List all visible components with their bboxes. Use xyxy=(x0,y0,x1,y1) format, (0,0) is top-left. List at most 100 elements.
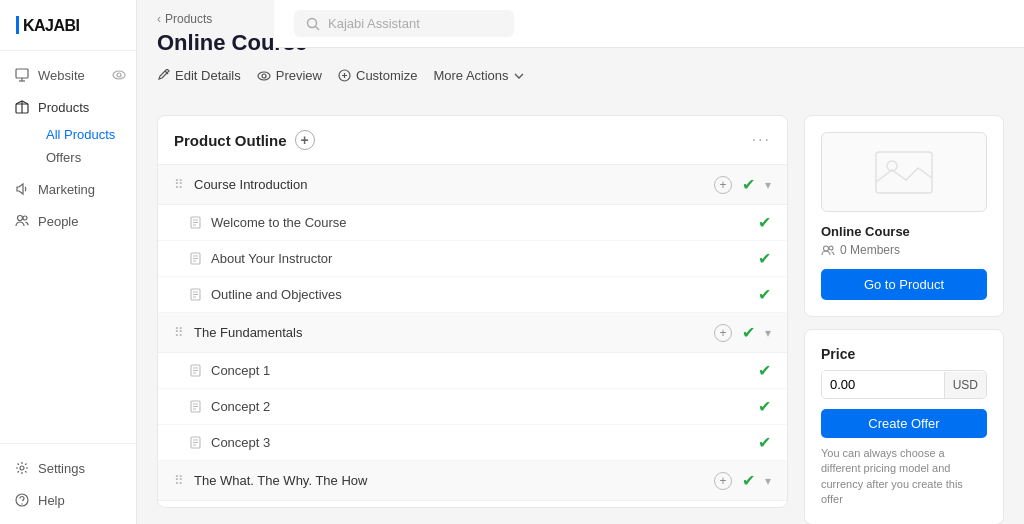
svg-point-51 xyxy=(829,246,833,250)
lesson-check-icon: ✔ xyxy=(758,213,771,232)
lesson-check-icon: ✔ xyxy=(758,397,771,416)
thumbnail-image-icon xyxy=(874,150,934,195)
sidebar-item-label-marketing: Marketing xyxy=(38,182,95,197)
outline-title: Product Outline + xyxy=(174,130,315,150)
svg-rect-2 xyxy=(16,69,28,78)
megaphone-icon xyxy=(14,181,30,197)
add-lesson-button[interactable]: + xyxy=(714,324,732,342)
sidebar-item-offers[interactable]: Offers xyxy=(38,146,136,169)
section-fundamentals: ⠿ The Fundamentals + ✔ ▾ xyxy=(158,313,787,353)
logo-text: KAJABI xyxy=(16,14,120,36)
search-placeholder: Kajabi Assistant xyxy=(328,16,420,31)
sidebar-item-products[interactable]: Products xyxy=(0,91,136,123)
section-chevron-icon[interactable]: ▾ xyxy=(765,326,771,340)
lesson-check-icon: ✔ xyxy=(758,433,771,452)
svg-rect-0 xyxy=(16,16,19,34)
lesson-concept1: Concept 1 ✔ xyxy=(158,353,787,389)
create-offer-button[interactable]: Create Offer xyxy=(821,409,987,438)
help-icon xyxy=(14,492,30,508)
section-chevron-icon[interactable]: ▾ xyxy=(765,474,771,488)
sidebar-item-people[interactable]: People xyxy=(0,205,136,237)
sidebar-navigation: Website Products All Products Offers Mar… xyxy=(0,51,136,443)
lesson-check-icon: ✔ xyxy=(758,249,771,268)
outline-panel: Product Outline + ··· ⠿ Course Introduct… xyxy=(157,115,788,508)
outline-more-button[interactable]: ··· xyxy=(752,131,771,149)
products-subnav: All Products Offers xyxy=(0,123,136,173)
svg-point-10 xyxy=(23,216,27,220)
members-icon xyxy=(821,245,835,256)
sidebar: KAJABI Website Products All Products Off… xyxy=(0,0,137,524)
settings-icon xyxy=(14,460,30,476)
section-name: Course Introduction xyxy=(194,177,704,192)
sidebar-item-label-help: Help xyxy=(38,493,65,508)
drag-handle-icon: ⠿ xyxy=(174,177,184,192)
svg-point-9 xyxy=(18,216,23,221)
product-name: Online Course xyxy=(821,224,987,239)
section-check-icon: ✔ xyxy=(742,175,755,194)
sidebar-item-help[interactable]: Help xyxy=(0,484,136,516)
svg-point-6 xyxy=(117,73,121,77)
drag-handle-icon: ⠿ xyxy=(174,473,184,488)
edit-details-button[interactable]: Edit Details xyxy=(157,64,241,87)
svg-point-5 xyxy=(113,71,125,79)
sidebar-item-label-people: People xyxy=(38,214,78,229)
members-row: 0 Members xyxy=(821,243,987,257)
lesson-instructor: About Your Instructor ✔ xyxy=(158,241,787,277)
lesson-concept3: Concept 3 ✔ xyxy=(158,425,787,461)
lesson-what: The What ✔ xyxy=(158,501,787,508)
edit-details-label: Edit Details xyxy=(175,68,241,83)
go-to-product-button[interactable]: Go to Product xyxy=(821,269,987,300)
section-check-icon: ✔ xyxy=(742,471,755,490)
svg-point-18 xyxy=(262,74,266,78)
document-icon xyxy=(190,400,201,413)
price-input[interactable] xyxy=(822,371,944,398)
search-bar[interactable]: Kajabi Assistant xyxy=(294,10,514,37)
preview-button[interactable]: Preview xyxy=(257,64,322,87)
sidebar-item-marketing[interactable]: Marketing xyxy=(0,173,136,205)
svg-point-11 xyxy=(20,466,24,470)
svg-point-13 xyxy=(21,503,22,504)
sidebar-item-website[interactable]: Website xyxy=(0,59,136,91)
price-card: Price USD Create Offer You can always ch… xyxy=(804,329,1004,524)
customize-icon xyxy=(338,69,351,82)
document-icon xyxy=(190,288,201,301)
people-icon xyxy=(14,213,30,229)
document-icon xyxy=(190,216,201,229)
svg-point-14 xyxy=(308,18,317,27)
lesson-check-icon: ✔ xyxy=(758,361,771,380)
lesson-name: Concept 3 xyxy=(211,435,748,450)
svg-point-17 xyxy=(258,72,270,80)
kajabi-logo: KAJABI xyxy=(16,14,86,36)
add-section-button[interactable]: + xyxy=(295,130,315,150)
add-lesson-button[interactable]: + xyxy=(714,176,732,194)
section-what-why-how: ⠿ The What. The Why. The How + ✔ ▾ xyxy=(158,461,787,501)
members-count: 0 Members xyxy=(840,243,900,257)
section-check-icon: ✔ xyxy=(742,323,755,342)
lesson-concept2: Concept 2 ✔ xyxy=(158,389,787,425)
section-course-intro: ⠿ Course Introduction + ✔ ▾ xyxy=(158,165,787,205)
eye-icon xyxy=(112,68,126,82)
product-info-card: Online Course 0 Members Go to Product xyxy=(804,115,1004,317)
section-name: The What. The Why. The How xyxy=(194,473,704,488)
more-actions-label: More Actions xyxy=(433,68,508,83)
add-lesson-button[interactable]: + xyxy=(714,472,732,490)
outline-header: Product Outline + ··· xyxy=(158,116,787,165)
content-area: Product Outline + ··· ⠿ Course Introduct… xyxy=(137,99,1024,524)
breadcrumb-link[interactable]: Products xyxy=(165,12,212,26)
chevron-down-icon xyxy=(514,73,524,79)
search-icon xyxy=(306,17,320,31)
sidebar-item-all-products[interactable]: All Products xyxy=(38,123,136,146)
document-icon xyxy=(190,252,201,265)
svg-point-50 xyxy=(824,246,829,251)
customize-button[interactable]: Customize xyxy=(338,64,417,87)
sidebar-item-settings[interactable]: Settings xyxy=(0,452,136,484)
lesson-name: Concept 2 xyxy=(211,399,748,414)
sidebar-item-label-settings: Settings xyxy=(38,461,85,476)
svg-text:KAJABI: KAJABI xyxy=(23,17,80,34)
more-actions-button[interactable]: More Actions xyxy=(433,64,523,87)
sidebar-item-label-website: Website xyxy=(38,68,85,83)
lesson-check-icon: ✔ xyxy=(758,285,771,304)
section-chevron-icon[interactable]: ▾ xyxy=(765,178,771,192)
customize-label: Customize xyxy=(356,68,417,83)
drag-handle-icon: ⠿ xyxy=(174,325,184,340)
